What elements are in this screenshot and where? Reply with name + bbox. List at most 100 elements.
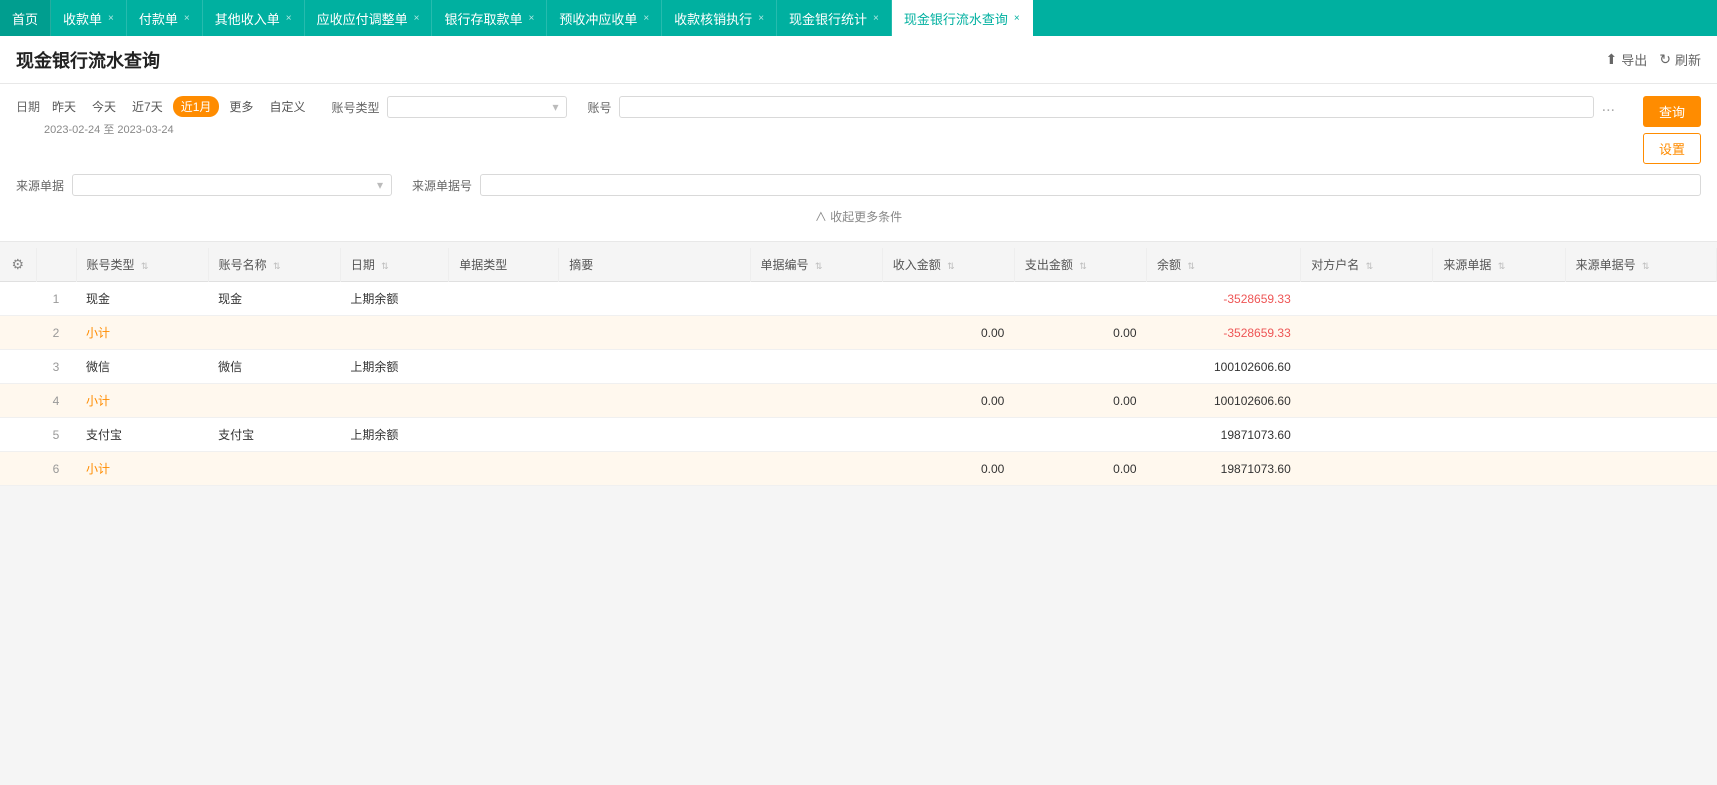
row-account-type: 小计 bbox=[76, 384, 208, 418]
close-cash-bank-flow-icon[interactable]: × bbox=[1014, 13, 1020, 24]
row-doc-type bbox=[449, 418, 559, 452]
col-counterparty[interactable]: 对方户名 ⇅ bbox=[1301, 248, 1433, 282]
nav-other-income-label: 其他收入单 bbox=[215, 9, 280, 28]
row-account-name bbox=[208, 452, 340, 486]
row-doc-type bbox=[449, 282, 559, 316]
col-source-doc-no-label: 来源单据号 bbox=[1576, 258, 1636, 272]
row-income: 0.00 bbox=[882, 384, 1014, 418]
row-doc-no bbox=[750, 316, 882, 350]
table-row: 1 现金 现金 上期余额 -3528659.33 bbox=[0, 282, 1717, 316]
date-yesterday[interactable]: 昨天 bbox=[46, 96, 82, 117]
table-gear-icon[interactable]: ⚙ bbox=[11, 256, 24, 272]
source-doc-select[interactable]: ▾ bbox=[72, 174, 392, 196]
source-doc-no-input[interactable] bbox=[480, 174, 1701, 196]
refresh-button[interactable]: ↻ 刷新 bbox=[1659, 50, 1701, 69]
sort-source-doc-no-icon: ⇅ bbox=[1642, 261, 1650, 272]
col-income-label: 收入金额 bbox=[893, 258, 941, 272]
row-doc-type bbox=[449, 316, 559, 350]
row-account-type: 小计 bbox=[76, 316, 208, 350]
close-receipt-verify-icon[interactable]: × bbox=[758, 13, 764, 24]
date-custom[interactable]: 自定义 bbox=[263, 96, 311, 117]
collapse-bar[interactable]: ∧ 收起更多条件 bbox=[16, 204, 1701, 229]
row-seq: 1 bbox=[36, 282, 76, 316]
nav-cash-bank-flow[interactable]: 现金银行流水查询 × bbox=[892, 0, 1033, 36]
col-balance[interactable]: 余额 ⇅ bbox=[1147, 248, 1301, 282]
close-prepay-offset-icon[interactable]: × bbox=[643, 13, 649, 24]
row-balance: 19871073.60 bbox=[1147, 452, 1301, 486]
col-expense[interactable]: 支出金额 ⇅ bbox=[1014, 248, 1146, 282]
date-label: 日期 bbox=[16, 98, 40, 115]
row-income: 0.00 bbox=[882, 316, 1014, 350]
account-type-chevron-icon: ▾ bbox=[552, 100, 558, 114]
table-row: 5 支付宝 支付宝 上期余额 19871073.60 bbox=[0, 418, 1717, 452]
row-source-doc-no bbox=[1565, 316, 1716, 350]
row-counterparty bbox=[1301, 452, 1433, 486]
date-1month[interactable]: 近1月 bbox=[173, 96, 220, 117]
row-doc-no bbox=[750, 384, 882, 418]
nav-cash-bank-stat[interactable]: 现金银行统计 × bbox=[777, 0, 892, 36]
filter-area: 日期 昨天 今天 近7天 近1月 更多 自定义 2023-02-24 至 202… bbox=[0, 84, 1717, 242]
row-expense bbox=[1014, 350, 1146, 384]
row-balance: 100102606.60 bbox=[1147, 384, 1301, 418]
row-source-doc bbox=[1433, 384, 1565, 418]
row-date bbox=[340, 384, 448, 418]
row-source-doc bbox=[1433, 418, 1565, 452]
row-balance: 100102606.60 bbox=[1147, 350, 1301, 384]
date-7days[interactable]: 近7天 bbox=[126, 96, 169, 117]
row-seq: 6 bbox=[36, 452, 76, 486]
col-doc-no[interactable]: 单据编号 ⇅ bbox=[750, 248, 882, 282]
col-doc-type-label: 单据类型 bbox=[459, 258, 507, 272]
settings-button[interactable]: 设置 bbox=[1643, 133, 1701, 164]
col-source-doc[interactable]: 来源单据 ⇅ bbox=[1433, 248, 1565, 282]
export-label: 导出 bbox=[1621, 50, 1647, 69]
col-source-doc-no[interactable]: 来源单据号 ⇅ bbox=[1565, 248, 1716, 282]
query-button[interactable]: 查询 bbox=[1643, 96, 1701, 127]
sort-counterparty-icon: ⇅ bbox=[1366, 261, 1374, 272]
row-counterparty bbox=[1301, 418, 1433, 452]
close-receipt-icon[interactable]: × bbox=[108, 13, 114, 24]
row-source-doc bbox=[1433, 316, 1565, 350]
row-expense: 0.00 bbox=[1014, 316, 1146, 350]
close-bank-deposit-icon[interactable]: × bbox=[528, 13, 534, 24]
row-seq: 4 bbox=[36, 384, 76, 418]
nav-receipt[interactable]: 收款单 × bbox=[51, 0, 127, 36]
col-date[interactable]: 日期 ⇅ bbox=[340, 248, 448, 282]
nav-ar-ap-adjust[interactable]: 应收应付调整单 × bbox=[305, 0, 433, 36]
row-counterparty bbox=[1301, 384, 1433, 418]
nav-home[interactable]: 首页 bbox=[0, 0, 51, 36]
nav-bank-deposit[interactable]: 银行存取款单 × bbox=[432, 0, 547, 36]
row-counterparty bbox=[1301, 316, 1433, 350]
account-type-group: 账号类型 ▾ bbox=[331, 96, 567, 118]
row-doc-type bbox=[449, 350, 559, 384]
date-today[interactable]: 今天 bbox=[86, 96, 122, 117]
nav-home-label: 首页 bbox=[12, 9, 38, 28]
refresh-icon: ↻ bbox=[1659, 51, 1671, 68]
close-payment-icon[interactable]: × bbox=[184, 13, 190, 24]
col-account-name[interactable]: 账号名称 ⇅ bbox=[208, 248, 340, 282]
nav-receipt-verify[interactable]: 收款核销执行 × bbox=[662, 0, 777, 36]
row-summary bbox=[559, 384, 750, 418]
close-ar-ap-adjust-icon[interactable]: × bbox=[414, 13, 420, 24]
account-no-input[interactable] bbox=[619, 96, 1593, 118]
sort-account-type-icon: ⇅ bbox=[141, 261, 149, 272]
row-date: 上期余额 bbox=[340, 350, 448, 384]
close-cash-bank-stat-icon[interactable]: × bbox=[873, 13, 879, 24]
col-settings[interactable]: ⚙ bbox=[0, 248, 36, 282]
export-button[interactable]: ⬆ 导出 bbox=[1606, 50, 1648, 69]
close-other-income-icon[interactable]: × bbox=[286, 13, 292, 24]
row-account-name: 微信 bbox=[208, 350, 340, 384]
refresh-label: 刷新 bbox=[1675, 50, 1701, 69]
row-account-type: 微信 bbox=[76, 350, 208, 384]
source-doc-group: 来源单据 ▾ bbox=[16, 174, 392, 196]
row-seq: 3 bbox=[36, 350, 76, 384]
nav-payment[interactable]: 付款单 × bbox=[127, 0, 203, 36]
row-summary bbox=[559, 418, 750, 452]
date-more[interactable]: 更多 bbox=[223, 96, 259, 117]
col-income[interactable]: 收入金额 ⇅ bbox=[882, 248, 1014, 282]
account-type-select[interactable]: ▾ bbox=[387, 96, 567, 118]
nav-prepay-offset[interactable]: 预收冲应收单 × bbox=[547, 0, 662, 36]
sort-balance-icon: ⇅ bbox=[1187, 261, 1195, 272]
nav-other-income[interactable]: 其他收入单 × bbox=[203, 0, 305, 36]
col-account-type[interactable]: 账号类型 ⇅ bbox=[76, 248, 208, 282]
account-no-dots[interactable]: ... bbox=[1602, 98, 1615, 116]
